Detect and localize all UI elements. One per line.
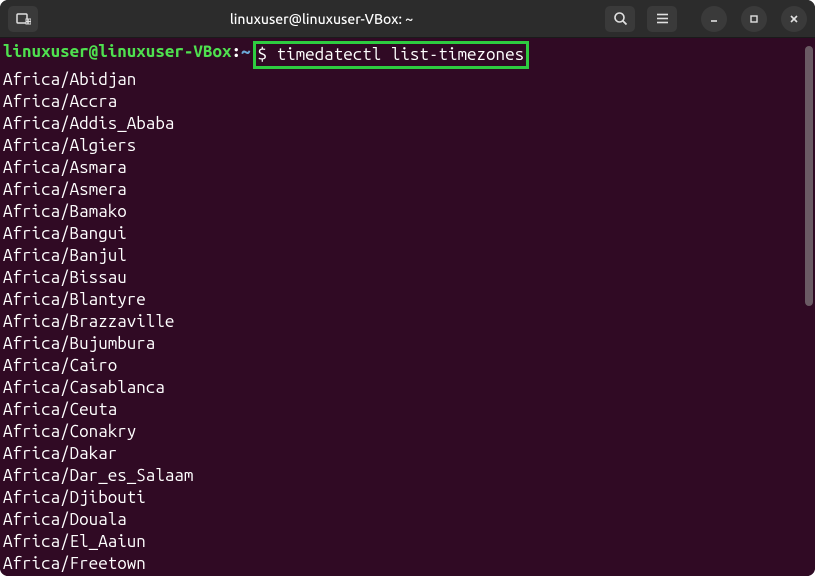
output-line: Africa/Casablanca xyxy=(3,377,812,399)
output-line: Africa/Algiers xyxy=(3,135,812,157)
titlebar-right xyxy=(605,6,807,32)
prompt-colon: : xyxy=(231,41,241,69)
output-line: Africa/Bangui xyxy=(3,223,812,245)
close-icon xyxy=(788,13,800,25)
output-line: Africa/Bujumbura xyxy=(3,333,812,355)
prompt-path: ~ xyxy=(241,41,251,69)
output-line: Africa/Ceuta xyxy=(3,399,812,421)
output-line: Africa/Conakry xyxy=(3,421,812,443)
prompt-user: linuxuser@linuxuser-VBox xyxy=(3,41,231,69)
output-line: Africa/Dakar xyxy=(3,443,812,465)
output-line: Africa/Bamako xyxy=(3,201,812,223)
output-line: Africa/Freetown xyxy=(3,553,812,575)
command-text: $ timedatectl list-timezones xyxy=(258,44,525,66)
output-line: Africa/Accra xyxy=(3,91,812,113)
minimize-button[interactable] xyxy=(701,6,727,32)
window-controls xyxy=(701,6,807,32)
titlebar: linuxuser@linuxuser-VBox: ~ xyxy=(0,0,815,38)
new-tab-button[interactable] xyxy=(8,6,38,32)
search-button[interactable] xyxy=(605,6,635,32)
output-line: Africa/Brazzaville xyxy=(3,311,812,333)
minimize-icon xyxy=(708,13,720,25)
output-line: Africa/Addis_Ababa xyxy=(3,113,812,135)
maximize-icon xyxy=(748,13,760,25)
output-line: Africa/El_Aaiun xyxy=(3,531,812,553)
output-line: Africa/Djibouti xyxy=(3,487,812,509)
output-line: Africa/Asmera xyxy=(3,179,812,201)
terminal-body[interactable]: linuxuser@linuxuser-VBox:~ $ timedatectl… xyxy=(0,38,815,576)
search-icon xyxy=(613,11,628,26)
maximize-button[interactable] xyxy=(741,6,767,32)
terminal-window: linuxuser@linuxuser-VBox: ~ xyxy=(0,0,815,576)
menu-button[interactable] xyxy=(647,6,677,32)
output-line: Africa/Asmara xyxy=(3,157,812,179)
output-line: Africa/Douala xyxy=(3,509,812,531)
output-line: Africa/Banjul xyxy=(3,245,812,267)
close-button[interactable] xyxy=(781,6,807,32)
terminal-output: Africa/AbidjanAfrica/AccraAfrica/Addis_A… xyxy=(3,69,812,575)
output-line: Africa/Bissau xyxy=(3,267,812,289)
window-title: linuxuser@linuxuser-VBox: ~ xyxy=(38,11,605,27)
output-line: Africa/Blantyre xyxy=(3,289,812,311)
output-line: Africa/Dar_es_Salaam xyxy=(3,465,812,487)
output-line: Africa/Cairo xyxy=(3,355,812,377)
prompt-line: linuxuser@linuxuser-VBox:~ $ timedatectl… xyxy=(3,41,812,69)
titlebar-left xyxy=(8,6,38,32)
command-highlight: $ timedatectl list-timezones xyxy=(253,41,530,69)
output-line: Africa/Abidjan xyxy=(3,69,812,91)
scrollbar[interactable] xyxy=(805,46,813,306)
hamburger-icon xyxy=(655,11,670,26)
new-tab-icon xyxy=(15,11,31,27)
